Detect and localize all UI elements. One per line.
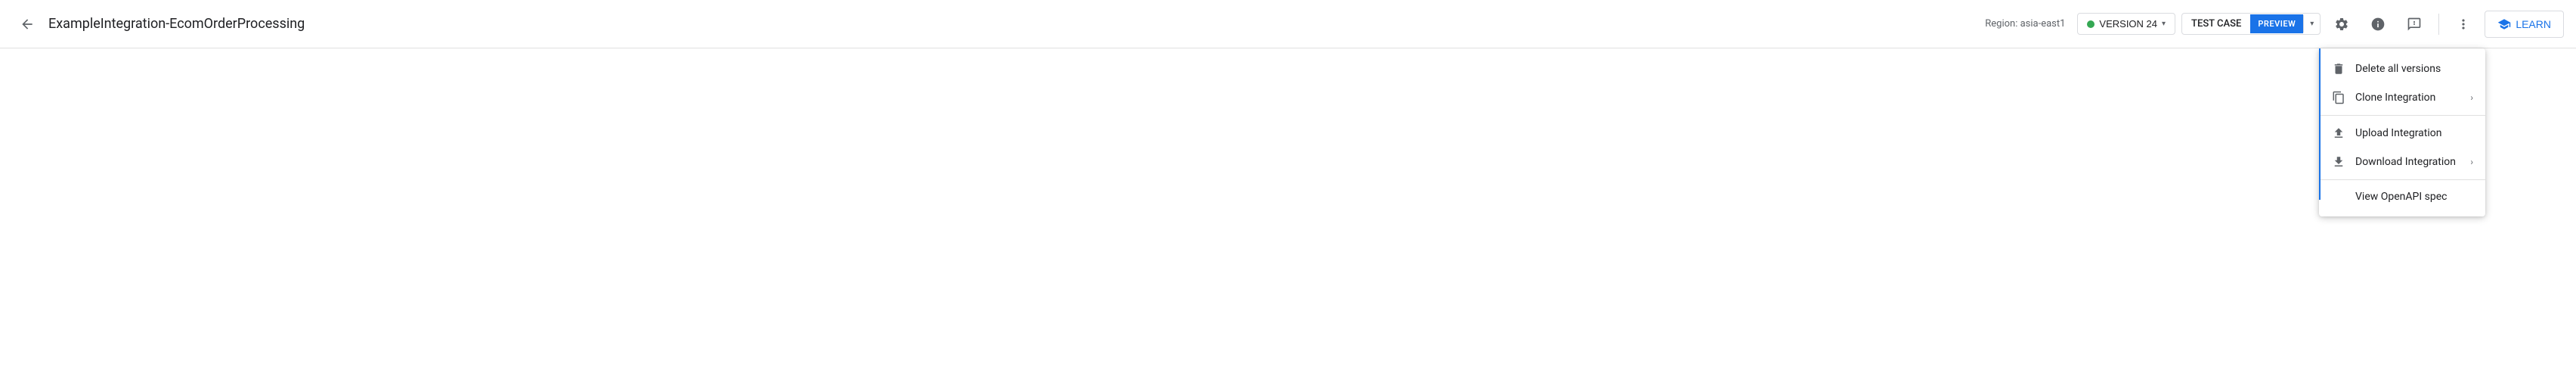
submenu-arrow-icon: ›: [2470, 92, 2473, 103]
settings-button[interactable]: [2327, 9, 2357, 39]
version-chevron-icon: ▾: [2162, 20, 2166, 28]
menu-item-download-integration[interactable]: Download Integration ›: [2319, 148, 2485, 176]
header-divider: [2438, 14, 2439, 35]
submenu-arrow-icon-2: ›: [2470, 157, 2473, 167]
learn-icon: [2497, 17, 2511, 31]
download-icon: [2331, 155, 2346, 169]
menu-item-clone-integration[interactable]: Clone Integration ›: [2319, 83, 2485, 112]
info-button[interactable]: [2363, 9, 2393, 39]
menu-item-label: View OpenAPI spec: [2355, 191, 2447, 203]
more-options-button[interactable]: [2448, 9, 2478, 39]
settings-icon: [2334, 17, 2349, 32]
info-icon: [2370, 17, 2386, 32]
menu-divider-1: [2319, 115, 2485, 116]
test-case-button[interactable]: TEST CASE PREVIEW ▾: [2181, 13, 2321, 35]
page-title: ExampleIntegration-EcomOrderProcessing: [48, 16, 305, 32]
back-button[interactable]: [12, 9, 42, 39]
header: ExampleIntegration-EcomOrderProcessing R…: [0, 0, 2576, 48]
version-label: VERSION 24: [2099, 18, 2157, 30]
version-status-dot: [2087, 20, 2095, 28]
feedback-button[interactable]: [2399, 9, 2429, 39]
dropdown-menu: Delete all versions Clone Integration › …: [2319, 48, 2485, 216]
back-arrow-icon: [20, 17, 35, 32]
delete-icon: [2331, 62, 2346, 76]
copy-icon: [2331, 91, 2346, 104]
region-label: Region: asia-east1: [1985, 18, 2065, 30]
menu-divider-2: [2319, 179, 2485, 180]
menu-item-view-openapi-spec[interactable]: View OpenAPI spec: [2319, 183, 2485, 210]
menu-item-label: Clone Integration: [2355, 92, 2435, 104]
test-case-chevron-icon: ▾: [2303, 15, 2320, 33]
learn-label: LEARN: [2516, 18, 2551, 30]
header-right-actions: Region: asia-east1 VERSION 24 ▾ TEST CAS…: [1985, 9, 2564, 39]
menu-item-upload-integration[interactable]: Upload Integration: [2319, 119, 2485, 148]
menu-item-label: Delete all versions: [2355, 63, 2441, 75]
menu-item-label: Download Integration: [2355, 156, 2456, 168]
dropdown-accent-line: [2319, 48, 2321, 200]
more-vertical-icon: [2456, 17, 2471, 32]
menu-item-delete-all-versions[interactable]: Delete all versions: [2319, 54, 2485, 83]
version-button[interactable]: VERSION 24 ▾: [2077, 13, 2175, 35]
menu-item-label: Upload Integration: [2355, 127, 2442, 139]
upload-icon: [2331, 126, 2346, 140]
learn-button[interactable]: LEARN: [2485, 11, 2564, 38]
preview-badge: PREVIEW: [2250, 14, 2303, 33]
test-case-label: TEST CASE: [2182, 14, 2250, 34]
feedback-icon: [2407, 17, 2422, 32]
